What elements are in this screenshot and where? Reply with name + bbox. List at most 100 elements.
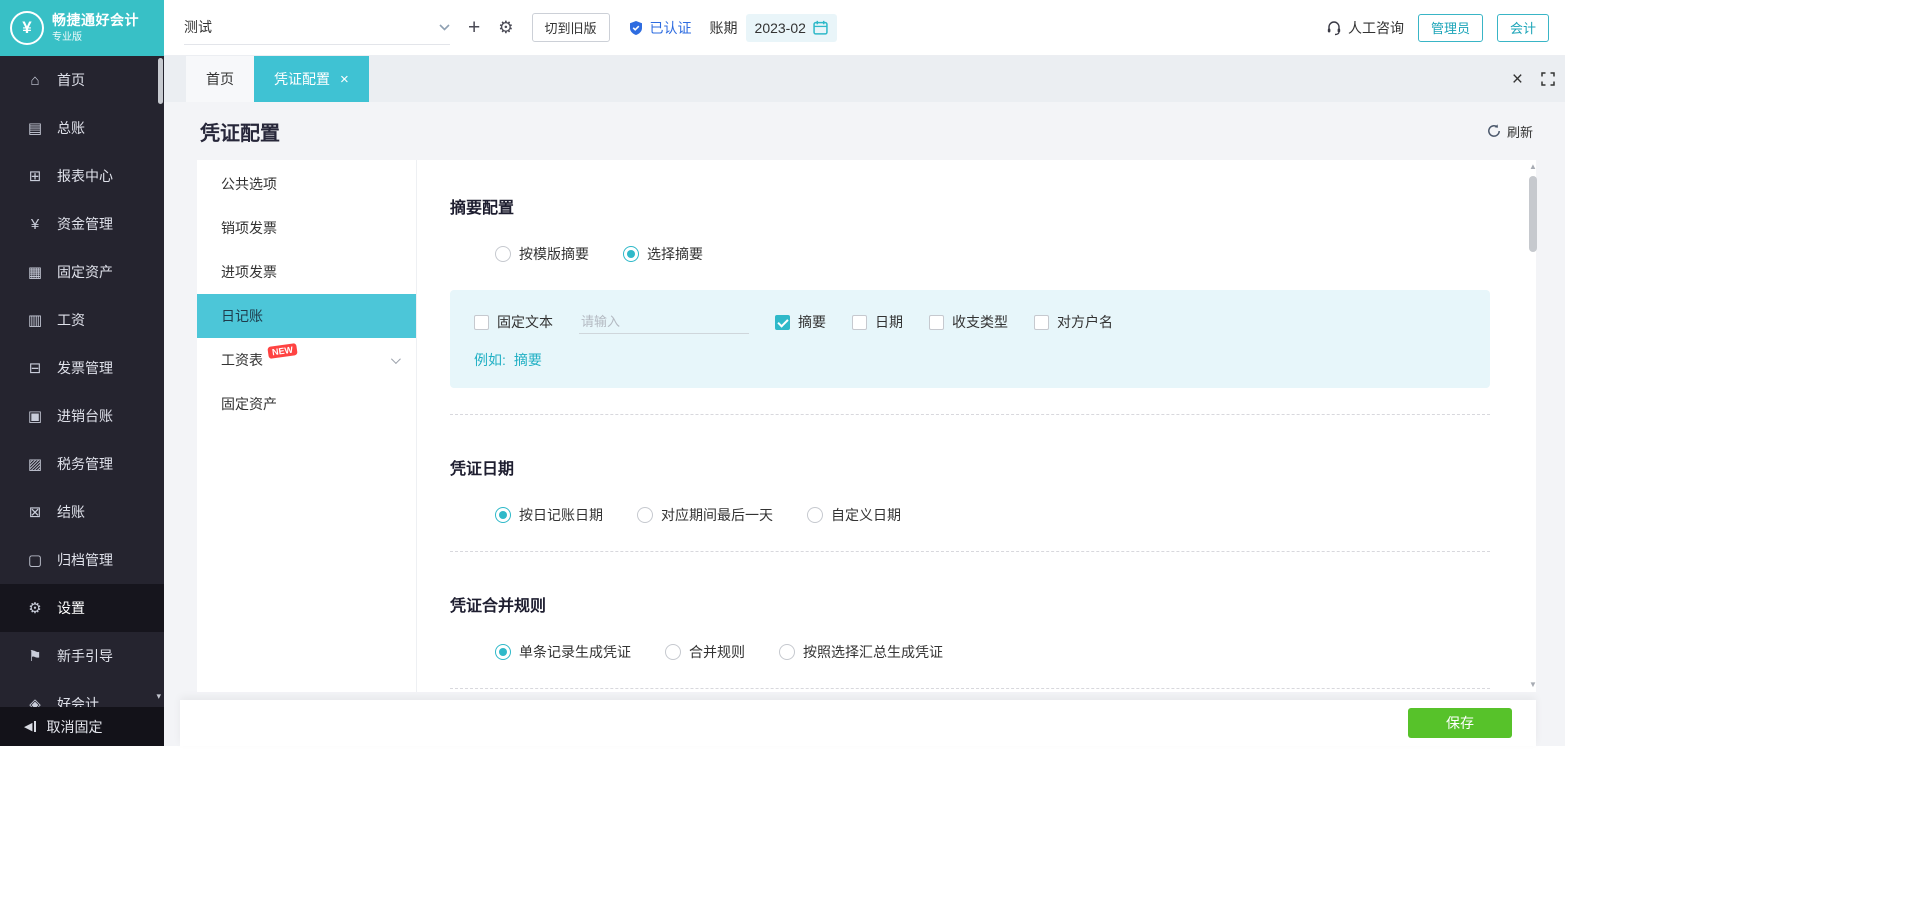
account-set-value: 测试	[184, 17, 212, 37]
scroll-up-icon[interactable]: ▲	[1529, 162, 1537, 172]
new-badge: NEW	[267, 343, 297, 359]
summary-example: 例如: 摘要	[474, 350, 1466, 370]
radio-label: 单条记录生成凭证	[519, 642, 631, 662]
merge-rule-group: 单条记录生成凭证 合并规则 按照选择汇总生成凭证	[495, 642, 1512, 662]
certified-label: 已认证	[650, 18, 692, 38]
calendar-icon	[813, 20, 828, 35]
sidebar-item-salary[interactable]: ▥ 工资	[0, 296, 164, 344]
checkbox-label: 固定文本	[497, 312, 553, 332]
radio-icon	[665, 644, 681, 660]
tab-close-icon[interactable]: ×	[340, 72, 349, 87]
checkbox-fixed-text[interactable]: 固定文本	[474, 312, 553, 332]
close-all-icon[interactable]: ×	[1512, 70, 1523, 89]
scrollbar-thumb[interactable]	[1529, 176, 1537, 252]
app-window: ¥ 畅捷通好会计 专业版 ⌂ 首页 ▤ 总账 ⊞ 报表中心 ¥ 资金管理 ▦ 固…	[0, 0, 1565, 746]
scroll-down-icon[interactable]: ▼	[1529, 680, 1537, 690]
sidebar-item-funds[interactable]: ¥ 资金管理	[0, 200, 164, 248]
subnav-item-journal[interactable]: 日记账	[197, 294, 416, 338]
radio-icon	[779, 644, 795, 660]
sidebar-scrollbar-thumb[interactable]	[158, 58, 163, 104]
sidebar-item-closing[interactable]: ⊠ 结账	[0, 488, 164, 536]
home-icon: ⌂	[26, 72, 44, 89]
content-scrollbar: ▲ ▼	[1528, 162, 1538, 690]
sidebar-item-archive[interactable]: ▢ 归档管理	[0, 536, 164, 584]
headset-icon	[1326, 20, 1342, 36]
fixed-text-input[interactable]	[579, 310, 749, 334]
support-label: 人工咨询	[1348, 18, 1404, 38]
page-header: 凭证配置 刷新	[164, 102, 1565, 160]
radio-icon	[623, 246, 639, 262]
sidebar-item-tax[interactable]: ▨ 税务管理	[0, 440, 164, 488]
sidebar-item-home[interactable]: ⌂ 首页	[0, 56, 164, 104]
refresh-button[interactable]: 刷新	[1487, 122, 1533, 141]
sidebar-item-invoice[interactable]: ⊟ 发票管理	[0, 344, 164, 392]
subnav-item-salary-sheet[interactable]: 工资表 NEW	[197, 338, 416, 382]
chevron-down-icon[interactable]	[391, 354, 401, 364]
shield-check-icon	[628, 20, 644, 36]
config-subnav: 公共选项 销项发票 进项发票 日记账 工资表 NEW	[197, 160, 417, 692]
section-divider	[450, 551, 1490, 552]
radio-select-summary[interactable]: 选择摘要	[623, 244, 703, 264]
radio-icon	[495, 644, 511, 660]
sidebar-item-inventory-ledger[interactable]: ▣ 进销台账	[0, 392, 164, 440]
topbar: 测试 + ⚙ 切到旧版 已认证 账期 2023-02 人工咨询	[164, 0, 1565, 56]
settings-gear-button[interactable]: ⚙	[498, 19, 513, 36]
period-value: 2023-02	[755, 20, 806, 36]
checkbox-summary[interactable]: 摘要	[775, 312, 826, 332]
admin-button[interactable]: 管理员	[1418, 14, 1483, 42]
radio-template-summary[interactable]: 按模版摘要	[495, 244, 589, 264]
radio-custom-date[interactable]: 自定义日期	[807, 505, 901, 525]
radio-single-record[interactable]: 单条记录生成凭证	[495, 642, 631, 662]
tab-label: 首页	[206, 69, 234, 89]
checkbox-label: 收支类型	[952, 312, 1008, 332]
checkbox-income-expense-type[interactable]: 收支类型	[929, 312, 1008, 332]
subnav-item-common-options[interactable]: 公共选项	[197, 162, 416, 206]
radio-period-last-day[interactable]: 对应期间最后一天	[637, 505, 773, 525]
sidebar-scroll-down-icon[interactable]: ▾	[156, 691, 161, 702]
unpin-sidebar-button[interactable]: ◀ 取消固定	[0, 707, 164, 746]
sidebar-item-settings[interactable]: ⚙ 设置	[0, 584, 164, 632]
radio-summarize-by-selection[interactable]: 按照选择汇总生成凭证	[779, 642, 943, 662]
account-set-select[interactable]: 测试	[184, 11, 450, 45]
brand-logo-icon: ¥	[10, 11, 44, 45]
radio-label: 按日记账日期	[519, 505, 603, 525]
subnav-item-purchase-invoice[interactable]: 进项发票	[197, 250, 416, 294]
voucher-date-group: 按日记账日期 对应期间最后一天 自定义日期	[495, 505, 1512, 525]
tab-voucher-config[interactable]: 凭证配置 ×	[254, 56, 369, 102]
sidebar-item-label: 税务管理	[57, 454, 113, 474]
radio-label: 合并规则	[689, 642, 745, 662]
sidebar-item-label: 工资	[57, 310, 85, 330]
fullscreen-icon[interactable]	[1541, 72, 1555, 86]
human-support-button[interactable]: 人工咨询	[1326, 18, 1404, 38]
save-button[interactable]: 保存	[1408, 708, 1512, 738]
sidebar-item-label: 新手引导	[57, 646, 113, 666]
radio-merge-rule[interactable]: 合并规则	[665, 642, 745, 662]
checkbox-icon	[474, 315, 489, 330]
sidebar-item-general-ledger[interactable]: ▤ 总账	[0, 104, 164, 152]
pin-icon: ◀	[24, 720, 36, 733]
invoice-icon: ⊟	[26, 359, 44, 377]
checkbox-date[interactable]: 日期	[852, 312, 903, 332]
sidebar-item-label: 首页	[57, 70, 85, 90]
sidebar-item-report-center[interactable]: ⊞ 报表中心	[0, 152, 164, 200]
fixed-assets-icon: ▦	[26, 263, 44, 281]
sidebar-item-label: 进销台账	[57, 406, 113, 426]
example-value-link[interactable]: 摘要	[514, 350, 542, 370]
radio-journal-date[interactable]: 按日记账日期	[495, 505, 603, 525]
subnav-item-sales-invoice[interactable]: 销项发票	[197, 206, 416, 250]
radio-icon	[637, 507, 653, 523]
switch-old-version-button[interactable]: 切到旧版	[532, 13, 610, 42]
tab-home[interactable]: 首页	[186, 56, 254, 102]
sidebar-item-fixed-assets[interactable]: ▦ 固定资产	[0, 248, 164, 296]
sidebar: ¥ 畅捷通好会计 专业版 ⌂ 首页 ▤ 总账 ⊞ 报表中心 ¥ 资金管理 ▦ 固…	[0, 0, 164, 746]
checkbox-counterparty-name[interactable]: 对方户名	[1034, 312, 1113, 332]
add-account-set-button[interactable]: +	[468, 17, 480, 38]
period-picker[interactable]: 2023-02	[746, 14, 837, 42]
subnav-label: 固定资产	[221, 394, 277, 414]
subnav-item-fixed-assets[interactable]: 固定资产	[197, 382, 416, 426]
accountant-button[interactable]: 会计	[1497, 14, 1549, 42]
brand-title: 畅捷通好会计	[52, 13, 139, 28]
sidebar-item-guide[interactable]: ⚑ 新手引导	[0, 632, 164, 680]
sidebar-item-label: 设置	[57, 598, 85, 618]
radio-label: 按模版摘要	[519, 244, 589, 264]
